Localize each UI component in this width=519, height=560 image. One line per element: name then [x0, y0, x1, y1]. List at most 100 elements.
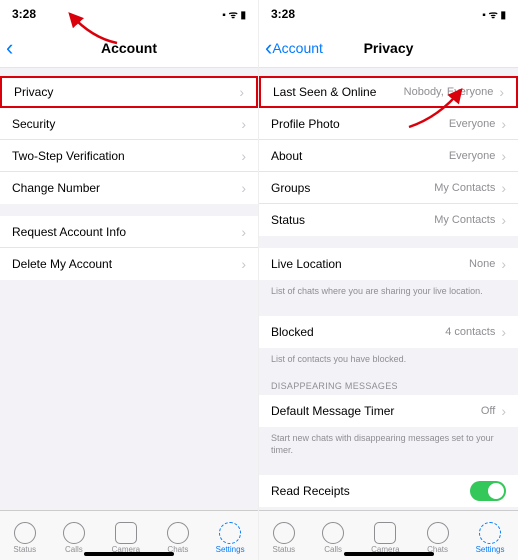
row-label: Two-Step Verification	[12, 149, 235, 163]
nav-bar: ‹ Account Privacy	[259, 28, 518, 68]
disappearing-group: Default Message Timer Off ›	[259, 395, 518, 427]
tab-status[interactable]: Status	[13, 522, 36, 554]
row-value: Nobody, Everyone	[404, 86, 494, 98]
content-scroll[interactable]: Privacy›Security›Two-Step Verification›C…	[0, 68, 258, 510]
row-value: None	[469, 258, 495, 270]
home-indicator	[84, 552, 174, 556]
row-value: My Contacts	[434, 182, 495, 194]
chevron-right-icon: ›	[501, 181, 506, 195]
row-delete-my-account[interactable]: Delete My Account›	[0, 248, 258, 280]
tab-chats[interactable]: Chats	[167, 522, 189, 554]
row-status[interactable]: StatusMy Contacts ›	[259, 204, 518, 236]
row-value: Everyone	[449, 150, 495, 162]
row-last-seen-online[interactable]: Last Seen & OnlineNobody, Everyone ›	[259, 76, 518, 108]
chevron-right-icon: ›	[241, 149, 246, 163]
tab-label: Status	[272, 545, 295, 554]
chats-icon	[427, 522, 449, 544]
row-profile-photo[interactable]: Profile PhotoEveryone ›	[259, 108, 518, 140]
back-button[interactable]: ‹ Account	[265, 35, 323, 61]
row-label: Profile Photo	[271, 117, 449, 131]
row-value: Everyone	[449, 118, 495, 130]
tab-label: Calls	[324, 545, 342, 554]
privacy-group-1: Last Seen & OnlineNobody, Everyone›Profi…	[259, 76, 518, 236]
row-default-timer[interactable]: Default Message Timer Off ›	[259, 395, 518, 427]
chevron-right-icon: ›	[241, 181, 246, 195]
nav-bar: ‹ Account	[0, 28, 258, 68]
chevron-right-icon: ›	[501, 149, 506, 163]
tab-status[interactable]: Status	[272, 522, 295, 554]
tab-calls[interactable]: Calls	[322, 522, 344, 554]
chevron-right-icon: ›	[499, 85, 504, 99]
section-header-disappearing: DISAPPEARING MESSAGES	[259, 371, 518, 395]
row-label: Security	[12, 117, 235, 131]
row-label: Live Location	[271, 257, 469, 271]
row-groups[interactable]: GroupsMy Contacts ›	[259, 172, 518, 204]
chevron-right-icon: ›	[239, 85, 244, 99]
row-request-account-info[interactable]: Request Account Info ›	[0, 216, 258, 248]
chevron-right-icon: ›	[501, 257, 506, 271]
tab-calls[interactable]: Calls	[63, 522, 85, 554]
settings-group-2: Request Account Info › Delete My Account›	[0, 216, 258, 280]
row-label: Privacy	[14, 85, 233, 99]
row-change-number[interactable]: Change Number›	[0, 172, 258, 204]
tab-camera[interactable]: Camera	[112, 522, 140, 554]
footer-live-location: List of chats where you are sharing your…	[259, 280, 518, 304]
content-scroll[interactable]: Last Seen & OnlineNobody, Everyone›Profi…	[259, 68, 518, 510]
row-value: Off	[481, 405, 495, 417]
status-indicators: ▪ ᯤ ▮	[482, 7, 506, 21]
row-label: Status	[271, 213, 434, 227]
status-bar: 3:28 ▪ ᯤ ▮	[0, 0, 258, 28]
status-indicators: ▪ ᯤ ▮	[222, 7, 246, 21]
row-two-step-verification[interactable]: Two-Step Verification ›	[0, 140, 258, 172]
status-time: 3:28	[12, 7, 36, 21]
chats-icon	[167, 522, 189, 544]
row-label: Last Seen & Online	[273, 85, 404, 99]
page-title: Account	[0, 40, 258, 56]
back-button[interactable]: ‹	[6, 35, 13, 61]
phone-account: 3:28 ▪ ᯤ ▮ ‹ Account Privacy›Security›Tw…	[0, 0, 259, 560]
chevron-left-icon: ‹	[6, 35, 13, 61]
tab-settings[interactable]: Settings	[476, 522, 505, 554]
home-indicator	[344, 552, 434, 556]
camera-icon	[115, 522, 137, 544]
calls-icon	[63, 522, 85, 544]
chevron-right-icon: ›	[241, 225, 246, 239]
row-label: Default Message Timer	[271, 404, 481, 418]
status-icon	[273, 522, 295, 544]
back-label: Account	[272, 40, 323, 56]
row-value: My Contacts	[434, 214, 495, 226]
row-privacy[interactable]: Privacy ›	[0, 76, 258, 108]
chevron-left-icon: ‹	[265, 35, 272, 61]
tab-label: Status	[13, 545, 36, 554]
row-label: Groups	[271, 181, 434, 195]
row-value: 4 contacts	[445, 326, 495, 338]
blocked-group: Blocked 4 contacts ›	[259, 316, 518, 348]
row-label: Delete My Account	[12, 257, 235, 271]
row-security[interactable]: Security ›	[0, 108, 258, 140]
chevron-right-icon: ›	[241, 117, 246, 131]
status-bar: 3:28 ▪ ᯤ ▮	[259, 0, 518, 28]
row-blocked[interactable]: Blocked 4 contacts ›	[259, 316, 518, 348]
read-receipts-group: Read Receipts	[259, 475, 518, 507]
tab-settings[interactable]: Settings	[216, 522, 245, 554]
tab-label: Settings	[216, 545, 245, 554]
toggle-read-receipts[interactable]	[470, 481, 506, 501]
settings-icon	[479, 522, 501, 544]
chevron-right-icon: ›	[501, 404, 506, 418]
chevron-right-icon: ›	[501, 213, 506, 227]
settings-group-1: Privacy›Security›Two-Step Verification›C…	[0, 76, 258, 204]
tab-label: Calls	[65, 545, 83, 554]
footer-default-timer: Start new chats with disappearing messag…	[259, 427, 518, 462]
calls-icon	[322, 522, 344, 544]
tab-camera[interactable]: Camera	[371, 522, 399, 554]
row-live-location[interactable]: Live Location None ›	[259, 248, 518, 280]
row-about[interactable]: AboutEveryone ›	[259, 140, 518, 172]
chevron-right-icon: ›	[501, 117, 506, 131]
tab-chats[interactable]: Chats	[427, 522, 449, 554]
row-label: Read Receipts	[271, 484, 470, 498]
row-label: Request Account Info	[12, 225, 235, 239]
row-label: About	[271, 149, 449, 163]
chevron-right-icon: ›	[501, 325, 506, 339]
row-read-receipts[interactable]: Read Receipts	[259, 475, 518, 507]
status-icon	[14, 522, 36, 544]
